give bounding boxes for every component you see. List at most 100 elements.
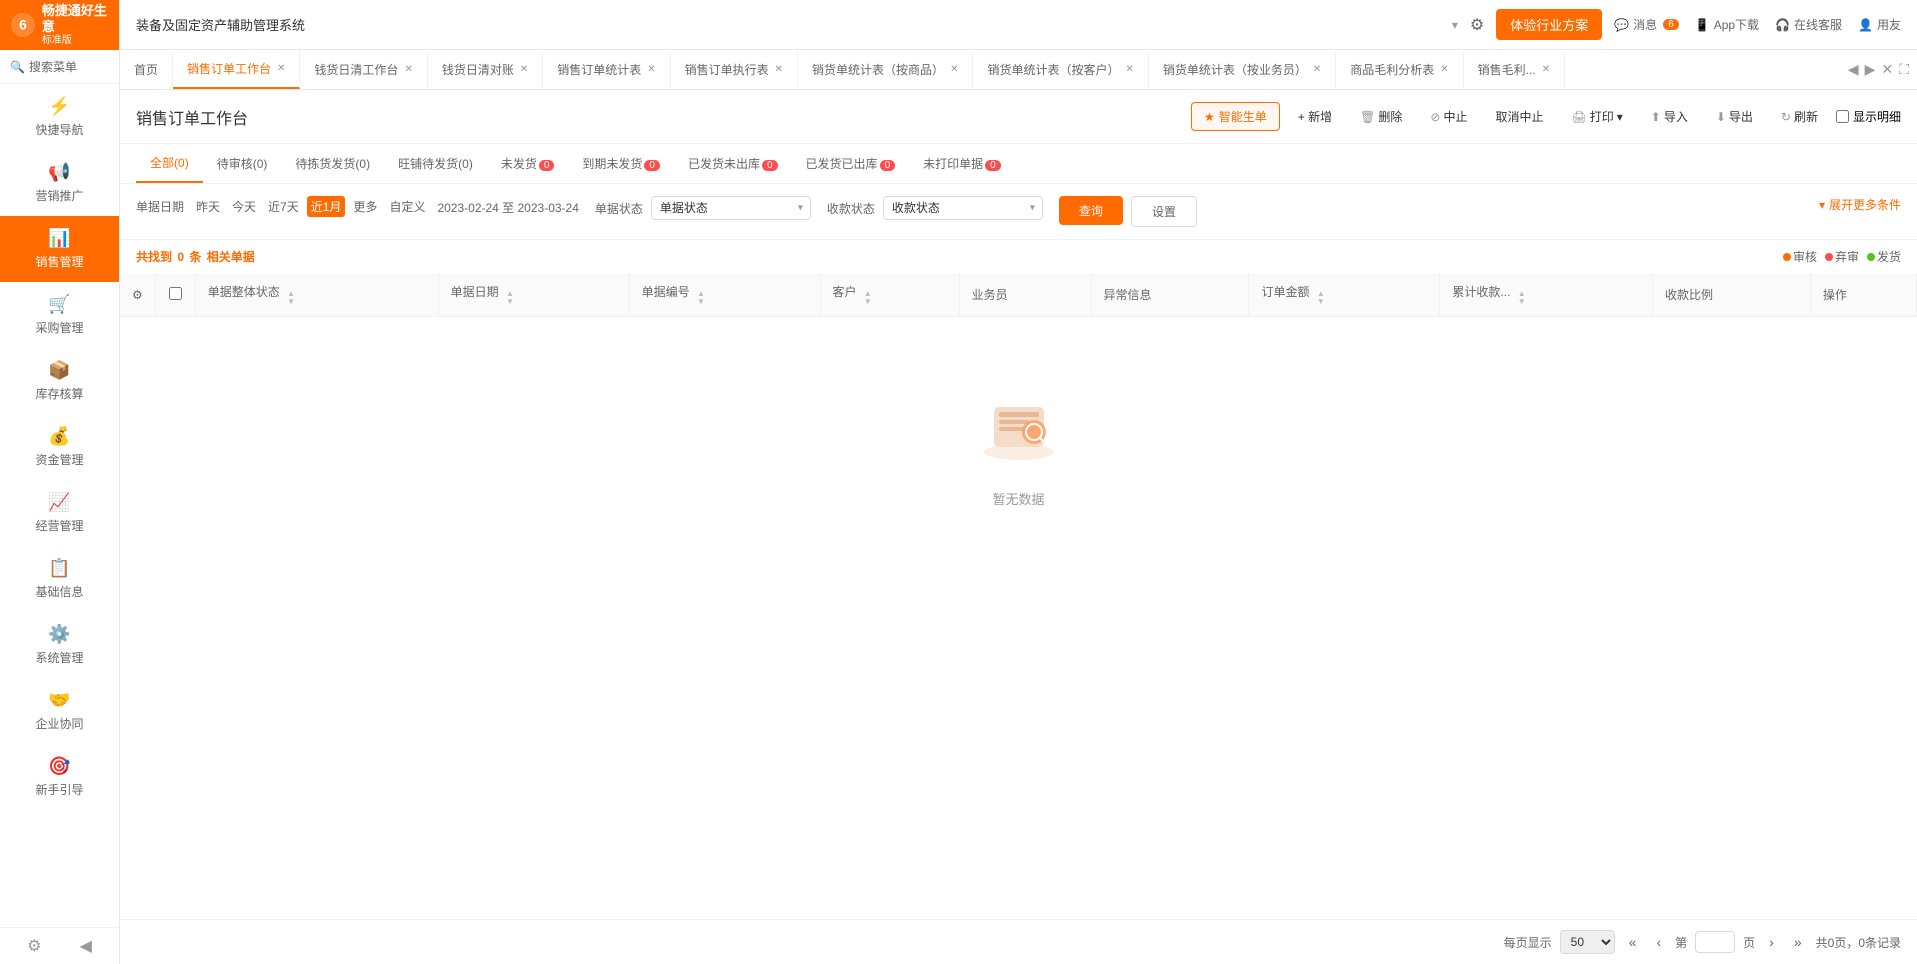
select-all-checkbox[interactable] (169, 287, 182, 300)
subtab-shipped-out[interactable]: 已发货已出库0 (792, 145, 910, 182)
tab-sales-stat[interactable]: 销售订单统计表 ✕ (543, 51, 670, 88)
sidebar-item-purchase[interactable]: 🛒 采购管理 (0, 282, 119, 348)
sidebar-item-finance[interactable]: 💰 资金管理 (0, 414, 119, 480)
last-page-btn[interactable]: » (1788, 932, 1808, 952)
sidebar-item-system[interactable]: ⚙️ 系统管理 (0, 612, 119, 678)
date-btn-custom[interactable]: 自定义 (385, 196, 429, 217)
subtab-shipped-not-out[interactable]: 已发货未出库0 (674, 145, 792, 182)
cancel-stop-button[interactable]: 取消中止 (1485, 103, 1553, 130)
page-input[interactable]: 1 (1695, 931, 1735, 953)
amount-sort-icon[interactable]: ▲▼ (1317, 290, 1325, 306)
date-btn-1month[interactable]: 近1月 (307, 196, 346, 217)
tab-sales-stat-close[interactable]: ✕ (647, 64, 655, 75)
sidebar-item-quick-nav[interactable]: ⚡ 快捷导航 (0, 84, 119, 150)
sidebar-search[interactable]: 🔍 搜索菜单 (0, 50, 119, 84)
import-button[interactable]: ⬆ 导入 (1641, 103, 1698, 130)
message-action[interactable]: 💬 消息 6 (1614, 16, 1679, 33)
sidebar-item-marketing[interactable]: 📢 营销推广 (0, 150, 119, 216)
review-action[interactable]: 审核 (1783, 248, 1817, 265)
tab-cash-reconcile[interactable]: 钱货日清对账 ✕ (428, 51, 543, 88)
per-page-select[interactable]: 50 10 20 100 (1560, 930, 1615, 954)
subtab-not-printed[interactable]: 未打印单据0 (909, 145, 1015, 182)
tab-sales-summary-customer[interactable]: 销货单统计表（按客户） ✕ (973, 51, 1148, 88)
tab-nav-close[interactable]: ✕ (1881, 61, 1893, 78)
sidebar-item-basic[interactable]: 📋 基础信息 (0, 546, 119, 612)
tab-sales-more-close[interactable]: ✕ (1542, 64, 1550, 75)
subtab-not-shipped[interactable]: 未发货0 (487, 145, 569, 182)
date-btn-yesterday[interactable]: 昨天 (192, 196, 224, 217)
status-sort-icon[interactable]: ▲▼ (287, 290, 295, 306)
main-area: 装备及固定资产辅助管理系统 ▾ ⚙ 体验行业方案 💬 消息 6 📱 App下载 … (120, 0, 1917, 964)
tab-sales-summary-product-close[interactable]: ✕ (950, 64, 958, 75)
sidebar-item-enterprise[interactable]: 🤝 企业协同 (0, 678, 119, 744)
tab-sales-summary-staff[interactable]: 销货单统计表（按业务员） ✕ (1149, 51, 1336, 88)
number-sort-icon[interactable]: ▲▼ (697, 290, 705, 306)
date-btn-7days[interactable]: 近7天 (264, 196, 303, 217)
sidebar-item-guide[interactable]: 🎯 新手引导 (0, 744, 119, 810)
payment-select[interactable]: 收款状态 (883, 196, 1043, 220)
tab-nav-expand[interactable]: ⛶ (1899, 61, 1909, 78)
tab-nav-next[interactable]: ▶ (1865, 61, 1876, 78)
app-download-action[interactable]: 📱 App下载 (1695, 16, 1759, 33)
settings-bottom-icon[interactable]: ⚙ (27, 936, 41, 956)
received-sort-icon[interactable]: ▲▼ (1518, 290, 1526, 306)
subtab-expired-not-shipped[interactable]: 到期未发货0 (568, 145, 674, 182)
experience-button[interactable]: 体验行业方案 (1496, 9, 1602, 40)
user-action[interactable]: 👤 用友 (1858, 16, 1901, 33)
query-button[interactable]: 查询 (1059, 196, 1123, 225)
smart-button[interactable]: ★ 智能生单 (1191, 102, 1280, 131)
first-page-btn[interactable]: « (1623, 932, 1643, 952)
date-btn-more[interactable]: 更多 (349, 196, 381, 217)
col-status: 单据整体状态 ▲▼ (195, 273, 438, 317)
add-button[interactable]: + 新增 (1288, 103, 1342, 130)
show-detail-checkbox[interactable]: 显示明细 (1836, 108, 1901, 125)
tab-gross-analysis[interactable]: 商品毛利分析表 ✕ (1336, 51, 1463, 88)
tab-home[interactable]: 首页 (120, 51, 173, 88)
status-select[interactable]: 单据状态 (651, 196, 811, 220)
tab-sales-workbench-close[interactable]: ✕ (277, 63, 285, 74)
empty-illustration (969, 377, 1069, 477)
refresh-button[interactable]: ↻ 刷新 (1771, 103, 1828, 130)
tab-sales-workbench[interactable]: 销售订单工作台 ✕ (173, 50, 300, 89)
print-button[interactable]: 🖨 打印 ▾ (1561, 103, 1632, 130)
system-chevron-icon[interactable]: ▾ (1452, 18, 1458, 32)
tab-sales-more[interactable]: 销售毛利... ✕ (1464, 51, 1565, 88)
export-button[interactable]: ⬇ 导出 (1706, 103, 1763, 130)
tab-sales-exec-close[interactable]: ✕ (775, 64, 783, 75)
detail-checkbox-input[interactable] (1836, 110, 1849, 123)
sidebar-item-sales[interactable]: 📊 销售管理 (0, 216, 119, 282)
ship-action[interactable]: 发货 (1867, 248, 1901, 265)
subtab-wangpu[interactable]: 旺铺待发货(0) (384, 145, 487, 182)
prev-page-btn[interactable]: ‹ (1650, 932, 1667, 952)
delete-button[interactable]: 🗑 删除 (1350, 103, 1412, 130)
col-customer: 客户 ▲▼ (820, 273, 959, 317)
topbar-settings-icon[interactable]: ⚙ (1470, 15, 1484, 35)
tab-sales-exec[interactable]: 销售订单执行表 ✕ (671, 51, 798, 88)
subtab-all[interactable]: 全部(0) (136, 144, 203, 183)
customer-sort-icon[interactable]: ▲▼ (864, 290, 872, 306)
collapse-icon[interactable]: ◀ (80, 936, 92, 956)
delete-icon: 🗑 (1360, 110, 1375, 124)
tab-nav-prev[interactable]: ◀ (1848, 61, 1859, 78)
tab-cash-reconcile-close[interactable]: ✕ (520, 64, 528, 75)
online-support-action[interactable]: 🎧 在线客服 (1775, 16, 1842, 33)
shipped-not-out-badge: 0 (762, 160, 778, 171)
date-sort-icon[interactable]: ▲▼ (506, 290, 514, 306)
tab-sales-summary-customer-close[interactable]: ✕ (1125, 64, 1133, 75)
subtab-pending-review[interactable]: 待审核(0) (203, 145, 282, 182)
column-settings-icon[interactable]: ⚙ (132, 288, 143, 302)
subtab-pending-inspect[interactable]: 待拣货发货(0) (281, 145, 384, 182)
reject-action[interactable]: 弃审 (1825, 248, 1859, 265)
stop-button[interactable]: ⊘ 中止 (1420, 103, 1477, 130)
tab-sales-summary-product[interactable]: 销货单统计表（按商品） ✕ (798, 51, 973, 88)
date-btn-today[interactable]: 今天 (228, 196, 260, 217)
tab-sales-summary-staff-close[interactable]: ✕ (1313, 64, 1321, 75)
set-button[interactable]: 设置 (1131, 196, 1197, 227)
next-page-btn[interactable]: › (1763, 932, 1780, 952)
tab-cash-daily[interactable]: 钱货日清工作台 ✕ (300, 51, 427, 88)
expand-more-button[interactable]: ▾ 展开更多条件 (1819, 196, 1901, 213)
tab-gross-analysis-close[interactable]: ✕ (1440, 64, 1448, 75)
tab-cash-daily-close[interactable]: ✕ (404, 64, 412, 75)
sidebar-item-operation[interactable]: 📈 经营管理 (0, 480, 119, 546)
sidebar-item-inventory[interactable]: 📦 库存核算 (0, 348, 119, 414)
